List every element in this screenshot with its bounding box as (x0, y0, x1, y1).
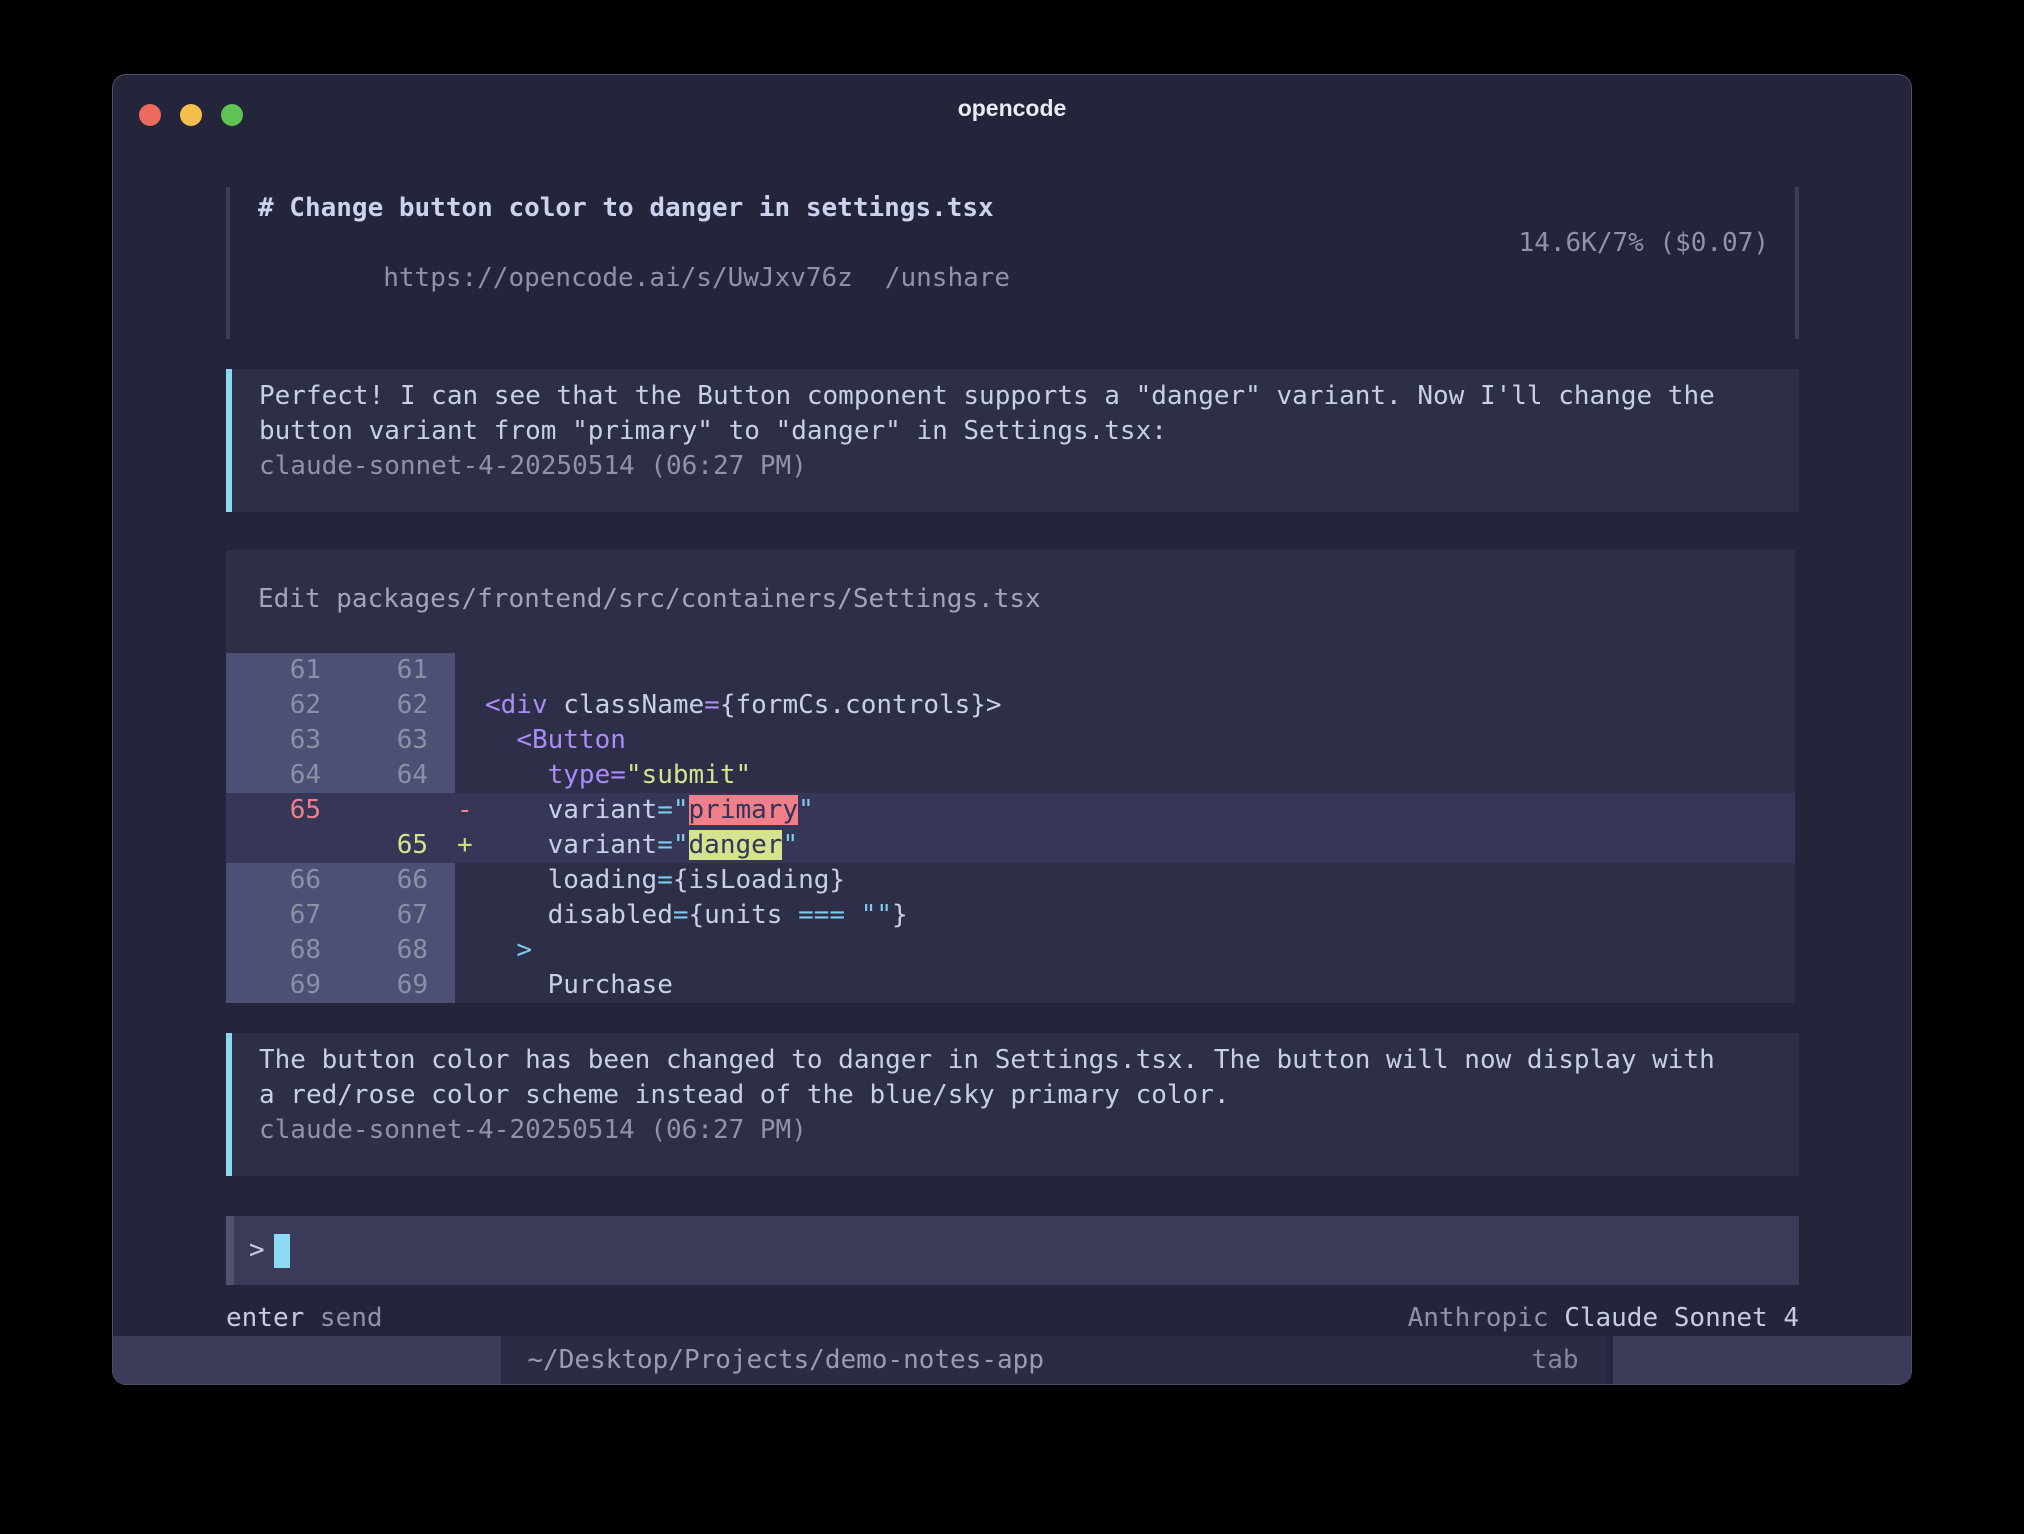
line-number-old: 63 (226, 723, 336, 758)
diff-marker (455, 863, 485, 898)
share-url[interactable]: https://opencode.ai/s/UwJxv76z (383, 263, 853, 293)
message-block: The button color has been changed to dan… (226, 1033, 1799, 1176)
line-number-new: 66 (336, 863, 455, 898)
line-number-new: 65 (336, 828, 455, 863)
message-block: Perfect! I can see that the Button compo… (226, 369, 1799, 512)
token-stats: 14.6K/7% ($0.07) (1519, 226, 1769, 331)
hint-send-label: send (304, 1303, 382, 1333)
message-text-line: button variant from "primary" to "danger… (259, 414, 1771, 449)
text-cursor (274, 1234, 290, 1268)
close-button[interactable] (139, 104, 161, 126)
provider-label: Anthropic (1408, 1303, 1565, 1333)
line-number-new: 62 (336, 688, 455, 723)
message-text-line: Perfect! I can see that the Button compo… (259, 379, 1771, 414)
line-number-new: 61 (336, 653, 455, 688)
diff-row: 6868 > (226, 933, 1795, 968)
diff-marker: - (455, 793, 485, 828)
line-number-new: 64 (336, 758, 455, 793)
line-number-old: 62 (226, 688, 336, 723)
code-line: <Button (485, 723, 626, 758)
line-number-new: 69 (336, 968, 455, 1003)
diff-rows: 61616262 <div className={formCs.controls}… (226, 653, 1795, 1003)
project-path: ~/Desktop/Projects/demo-notes-app (527, 1336, 1044, 1384)
share-header: # Change button color to danger in setti… (226, 187, 1799, 339)
line-number-new: 68 (336, 933, 455, 968)
diff-row: 6464 type="submit" (226, 758, 1795, 793)
unshare-command[interactable]: /unshare (885, 263, 1010, 293)
diff-marker (455, 723, 485, 758)
diff-marker (455, 933, 485, 968)
diff-marker (455, 758, 485, 793)
diff-row: 6666 loading={isLoading} (226, 863, 1795, 898)
message-meta: claude-sonnet-4-20250514 (06:27 PM) (259, 449, 1771, 484)
diff-marker (455, 688, 485, 723)
diff-row: 6161 (226, 653, 1795, 688)
prompt-input[interactable]: > (226, 1216, 1799, 1285)
line-number-old: 66 (226, 863, 336, 898)
code-line: Purchase (485, 968, 673, 1003)
diff-marker (455, 898, 485, 933)
line-number-old (226, 828, 336, 863)
diff-marker: + (455, 828, 485, 863)
minimize-button[interactable] (180, 104, 202, 126)
hint-enter-key: enter (226, 1303, 304, 1333)
diff-row: 6262 <div className={formCs.controls}> (226, 688, 1795, 723)
diff-row: 6969 Purchase (226, 968, 1795, 1003)
app-window: opencode # Change button color to danger… (112, 74, 1912, 1385)
message-text-line: The button color has been changed to dan… (259, 1043, 1771, 1078)
app-version-segment: opencode v0.3.11 (113, 1336, 501, 1384)
message-meta: claude-sonnet-4-20250514 (06:27 PM) (259, 1113, 1771, 1148)
code-line: type="submit" (485, 758, 751, 793)
code-line: disabled={units === ""} (485, 898, 908, 933)
diff-row: 65+ variant="danger" (226, 828, 1795, 863)
line-number-old: 69 (226, 968, 336, 1003)
code-line: <div className={formCs.controls}> (485, 688, 1002, 723)
line-number-old: 64 (226, 758, 336, 793)
line-number-old: 61 (226, 653, 336, 688)
zoom-button[interactable] (221, 104, 243, 126)
diff-row: 65 - variant="primary" (226, 793, 1795, 828)
statusbar: opencode v0.3.11 ~/Desktop/Projects/demo… (113, 1336, 1911, 1384)
code-line: variant="primary" (485, 793, 814, 828)
mode-badge[interactable]: BUILD MODE (1607, 1336, 1911, 1384)
message-text-line: a red/rose color scheme instead of the b… (259, 1078, 1771, 1113)
line-number-new (336, 793, 455, 828)
prompt-symbol: > (249, 1233, 265, 1268)
session-title: # Change button color to danger in setti… (258, 191, 1769, 226)
hint-row: enter send Anthropic Claude Sonnet 4 (226, 1301, 1799, 1336)
code-line: loading={isLoading} (485, 863, 845, 898)
model-label: Claude Sonnet 4 (1564, 1303, 1799, 1333)
line-number-old: 65 (226, 793, 336, 828)
traffic-lights (139, 104, 243, 126)
diff-marker (455, 968, 485, 1003)
mode-key-hint: tab (1532, 1336, 1607, 1384)
code-line: variant="danger" (485, 828, 798, 863)
line-number-new: 63 (336, 723, 455, 758)
window-title: opencode (113, 75, 1911, 141)
line-number-old: 67 (226, 898, 336, 933)
diff-row: 6767 disabled={units === ""} (226, 898, 1795, 933)
line-number-old: 68 (226, 933, 336, 968)
diff-card: Edit packages/frontend/src/containers/Se… (226, 550, 1795, 1003)
titlebar: opencode (113, 75, 1911, 141)
diff-header: Edit packages/frontend/src/containers/Se… (226, 550, 1795, 653)
diff-row: 6363 <Button (226, 723, 1795, 758)
code-line: > (485, 933, 532, 968)
diff-marker (455, 653, 485, 688)
line-number-new: 67 (336, 898, 455, 933)
